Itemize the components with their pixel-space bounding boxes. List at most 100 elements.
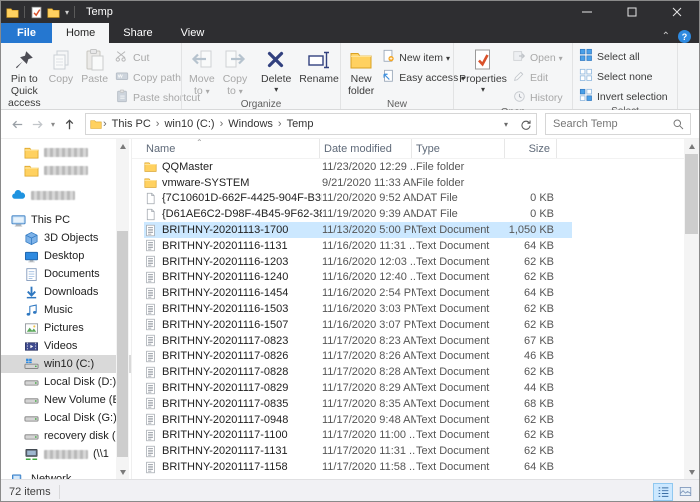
breadcrumb-segment[interactable]: win10 (C:) xyxy=(160,118,218,130)
sidebar-item-documents[interactable]: Documents xyxy=(1,265,131,283)
properties-button[interactable]: Properties ▾ xyxy=(457,45,509,96)
sidebar-item-local-disk-g[interactable]: Local Disk (G:) xyxy=(1,409,131,427)
ribbon-collapse-icon[interactable]: ⌃ xyxy=(662,31,670,42)
sidebar-item-music[interactable]: Music xyxy=(1,301,131,319)
list-scroll-thumb[interactable] xyxy=(685,154,698,234)
close-button[interactable] xyxy=(654,1,699,23)
new-folder-quick-icon[interactable] xyxy=(47,6,60,19)
search-icon[interactable] xyxy=(666,118,690,131)
breadcrumb-segment[interactable]: Temp xyxy=(283,118,318,130)
history-button[interactable]: History xyxy=(509,88,566,107)
table-row[interactable]: vmware-SYSTEM9/21/2020 11:33 AMFile fold… xyxy=(144,175,572,191)
table-row[interactable]: BRITHNY-20201117-113111/17/2020 11:31 ..… xyxy=(144,443,572,459)
invert-selection-button[interactable]: Invert selection xyxy=(576,87,671,106)
delete-button[interactable]: Delete ▾ xyxy=(257,45,295,96)
table-row[interactable]: {7C10601D-662F-4425-904F-B3B2BC43E6...11… xyxy=(144,191,572,207)
column-header-date-modified[interactable]: Date modified xyxy=(320,139,412,158)
breadcrumb-segment[interactable]: Windows xyxy=(224,118,277,130)
sidebar-item-this-pc[interactable]: This PC xyxy=(1,211,131,229)
move-to-button[interactable]: Move to ▾ xyxy=(185,45,219,99)
table-row[interactable]: BRITHNY-20201116-150311/16/2020 3:03 PMT… xyxy=(144,301,572,317)
rename-button[interactable]: Rename xyxy=(295,45,343,87)
text-document-icon xyxy=(144,287,157,300)
details-view-button[interactable] xyxy=(653,483,673,501)
sidebar-item-redacted[interactable] xyxy=(1,161,131,179)
sidebar-item-network[interactable]: Network xyxy=(1,470,131,479)
breadcrumb-segment[interactable]: This PC xyxy=(108,118,155,130)
pin-to-quick-access-button[interactable]: Pin to Quick access xyxy=(4,45,45,111)
sidebar-item-redacted[interactable] xyxy=(1,143,131,161)
tab-share[interactable]: Share xyxy=(109,23,166,43)
table-row[interactable]: BRITHNY-20201117-082611/17/2020 8:26 AMT… xyxy=(144,349,572,365)
window-title: Temp xyxy=(86,6,113,18)
date-modified-cell: 11/23/2020 12:29 ... xyxy=(322,161,416,173)
tab-home[interactable]: Home xyxy=(52,23,109,43)
sidebar-item-pictures[interactable]: Pictures xyxy=(1,319,131,337)
new-folder-button[interactable]: New folder xyxy=(344,45,378,99)
table-row[interactable]: BRITHNY-20201117-115811/17/2020 11:58 ..… xyxy=(144,459,572,475)
text-document-icon xyxy=(144,239,157,252)
address-bar[interactable]: ›This PC›win10 (C:)›Windows›Temp ▾ xyxy=(85,113,537,135)
copy-button[interactable]: Copy xyxy=(45,45,78,87)
desktop-icon xyxy=(24,249,39,264)
select-none-button[interactable]: Select none xyxy=(576,67,671,86)
refresh-icon[interactable] xyxy=(514,114,536,134)
maximize-button[interactable] xyxy=(609,1,654,23)
sidebar-item-3d-objects[interactable]: 3D Objects xyxy=(1,229,131,247)
search-input[interactable] xyxy=(546,118,666,130)
sidebar-item-redacted[interactable] xyxy=(1,186,131,204)
table-row[interactable]: {D61AE6C2-D98F-4B45-9F62-389EEBB27A...11… xyxy=(144,206,572,222)
sidebar-item-win10-c[interactable]: win10 (C:) xyxy=(1,355,131,373)
copy-to-button[interactable]: Copy to ▾ xyxy=(219,45,252,99)
file-list-scrollbar[interactable] xyxy=(684,139,699,479)
sidebar-item-new-volume-e[interactable]: New Volume (E:) xyxy=(1,391,131,409)
edit-button[interactable]: Edit xyxy=(509,68,566,87)
paste-button[interactable]: Paste xyxy=(77,45,112,87)
recent-locations-dropdown-icon[interactable]: ▾ xyxy=(47,120,59,129)
table-row[interactable]: BRITHNY-20201116-113111/16/2020 11:31 ..… xyxy=(144,238,572,254)
sidebar-item-videos[interactable]: Videos xyxy=(1,337,131,355)
help-icon[interactable]: ? xyxy=(678,30,691,43)
table-row[interactable]: BRITHNY-20201117-082311/17/2020 8:23 AMT… xyxy=(144,333,572,349)
back-button[interactable] xyxy=(7,113,27,135)
file-name: BRITHNY-20201116-1240 xyxy=(162,271,288,283)
table-row[interactable]: BRITHNY-20201117-082811/17/2020 8:28 AMT… xyxy=(144,364,572,380)
qat-customize-dropdown-icon[interactable]: ▾ xyxy=(65,8,69,17)
sidebar-item-recovery-disk-k[interactable]: recovery disk (K:) xyxy=(1,427,131,445)
tab-view[interactable]: View xyxy=(167,23,219,43)
list-scroll-down-icon[interactable] xyxy=(684,465,699,479)
sidebar-item-desktop[interactable]: Desktop xyxy=(1,247,131,265)
sidebar-scrollbar[interactable] xyxy=(116,139,129,479)
sidebar-item-downloads[interactable]: Downloads xyxy=(1,283,131,301)
sidebar-scroll-down-icon[interactable] xyxy=(116,465,129,479)
table-row[interactable]: BRITHNY-20201117-083511/17/2020 8:35 AMT… xyxy=(144,396,572,412)
forward-button[interactable] xyxy=(27,113,47,135)
column-header-size[interactable]: Size xyxy=(505,139,557,158)
column-header-name[interactable]: Name ⌃ xyxy=(132,139,320,158)
file-name: QQMaster xyxy=(162,161,213,173)
table-row[interactable]: BRITHNY-20201116-145411/16/2020 2:54 PMT… xyxy=(144,285,572,301)
table-row[interactable]: BRITHNY-20201113-170011/13/2020 5:00 PMT… xyxy=(144,222,572,238)
table-row[interactable]: BRITHNY-20201116-124011/16/2020 12:40 ..… xyxy=(144,270,572,286)
table-row[interactable]: BRITHNY-20201117-082911/17/2020 8:29 AMT… xyxy=(144,380,572,396)
table-row[interactable]: BRITHNY-20201116-150711/16/2020 3:07 PMT… xyxy=(144,317,572,333)
tab-file[interactable]: File xyxy=(1,23,52,43)
minimize-button[interactable] xyxy=(564,1,609,23)
table-row[interactable]: BRITHNY-20201116-120311/16/2020 12:03 ..… xyxy=(144,254,572,270)
properties-quick-icon[interactable] xyxy=(30,6,43,19)
pc-icon xyxy=(11,213,26,228)
thumbnails-view-button[interactable] xyxy=(675,483,695,501)
table-row[interactable]: BRITHNY-20201117-094811/17/2020 9:48 AMT… xyxy=(144,412,572,428)
sidebar-scroll-thumb[interactable] xyxy=(117,231,128,457)
sidebar-item-1[interactable]: (\\1 xyxy=(1,445,131,463)
open-button[interactable]: Open ▾ xyxy=(509,48,566,67)
sidebar-item-local-disk-d[interactable]: Local Disk (D:) xyxy=(1,373,131,391)
select-all-button[interactable]: Select all xyxy=(576,47,671,66)
table-row[interactable]: BRITHNY-20201117-110011/17/2020 11:00 ..… xyxy=(144,428,572,444)
column-header-type[interactable]: Type xyxy=(412,139,505,158)
table-row[interactable]: QQMaster11/23/2020 12:29 ...File folder xyxy=(144,159,572,175)
sidebar-scroll-up-icon[interactable] xyxy=(116,139,129,153)
list-scroll-up-icon[interactable] xyxy=(684,139,699,153)
address-dropdown-icon[interactable]: ▾ xyxy=(498,120,514,129)
up-button[interactable] xyxy=(59,113,79,135)
